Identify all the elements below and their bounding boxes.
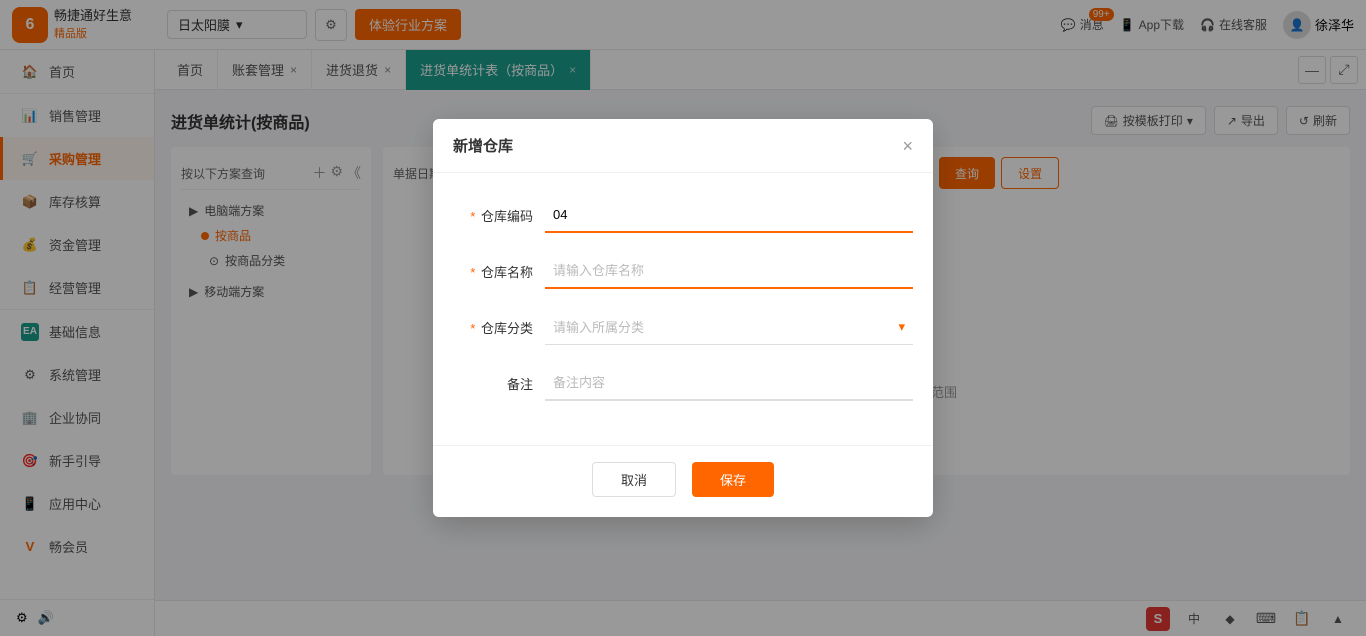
cancel-button[interactable]: 取消	[592, 462, 676, 497]
name-label: * 仓库名称	[453, 262, 533, 281]
note-input[interactable]	[545, 365, 913, 401]
modal-overlay: 新增仓库 × * 仓库编码 * 仓库名称	[0, 0, 1366, 636]
note-field-row: 备注	[453, 365, 913, 401]
modal-header: 新增仓库 ×	[433, 119, 933, 173]
category-chevron-icon: ▾	[898, 319, 905, 335]
modal-close-btn[interactable]: ×	[902, 137, 913, 155]
code-input[interactable]	[545, 197, 913, 233]
category-label: * 仓库分类	[453, 318, 533, 337]
name-field-row: * 仓库名称	[453, 253, 913, 289]
save-button[interactable]: 保存	[692, 462, 774, 497]
code-field-row: * 仓库编码	[453, 197, 913, 233]
modal-body: * 仓库编码 * 仓库名称 * 仓库分类 请输入所属	[433, 173, 933, 445]
category-placeholder: 请输入所属分类	[553, 317, 644, 336]
modal-title: 新增仓库	[453, 135, 513, 156]
name-input[interactable]	[545, 253, 913, 289]
note-label: 备注	[453, 374, 533, 393]
code-label: * 仓库编码	[453, 206, 533, 225]
category-field-row: * 仓库分类 请输入所属分类 ▾	[453, 309, 913, 345]
add-warehouse-modal: 新增仓库 × * 仓库编码 * 仓库名称	[433, 119, 933, 517]
modal-footer: 取消 保存	[433, 445, 933, 517]
category-select[interactable]: 请输入所属分类 ▾	[545, 309, 913, 345]
